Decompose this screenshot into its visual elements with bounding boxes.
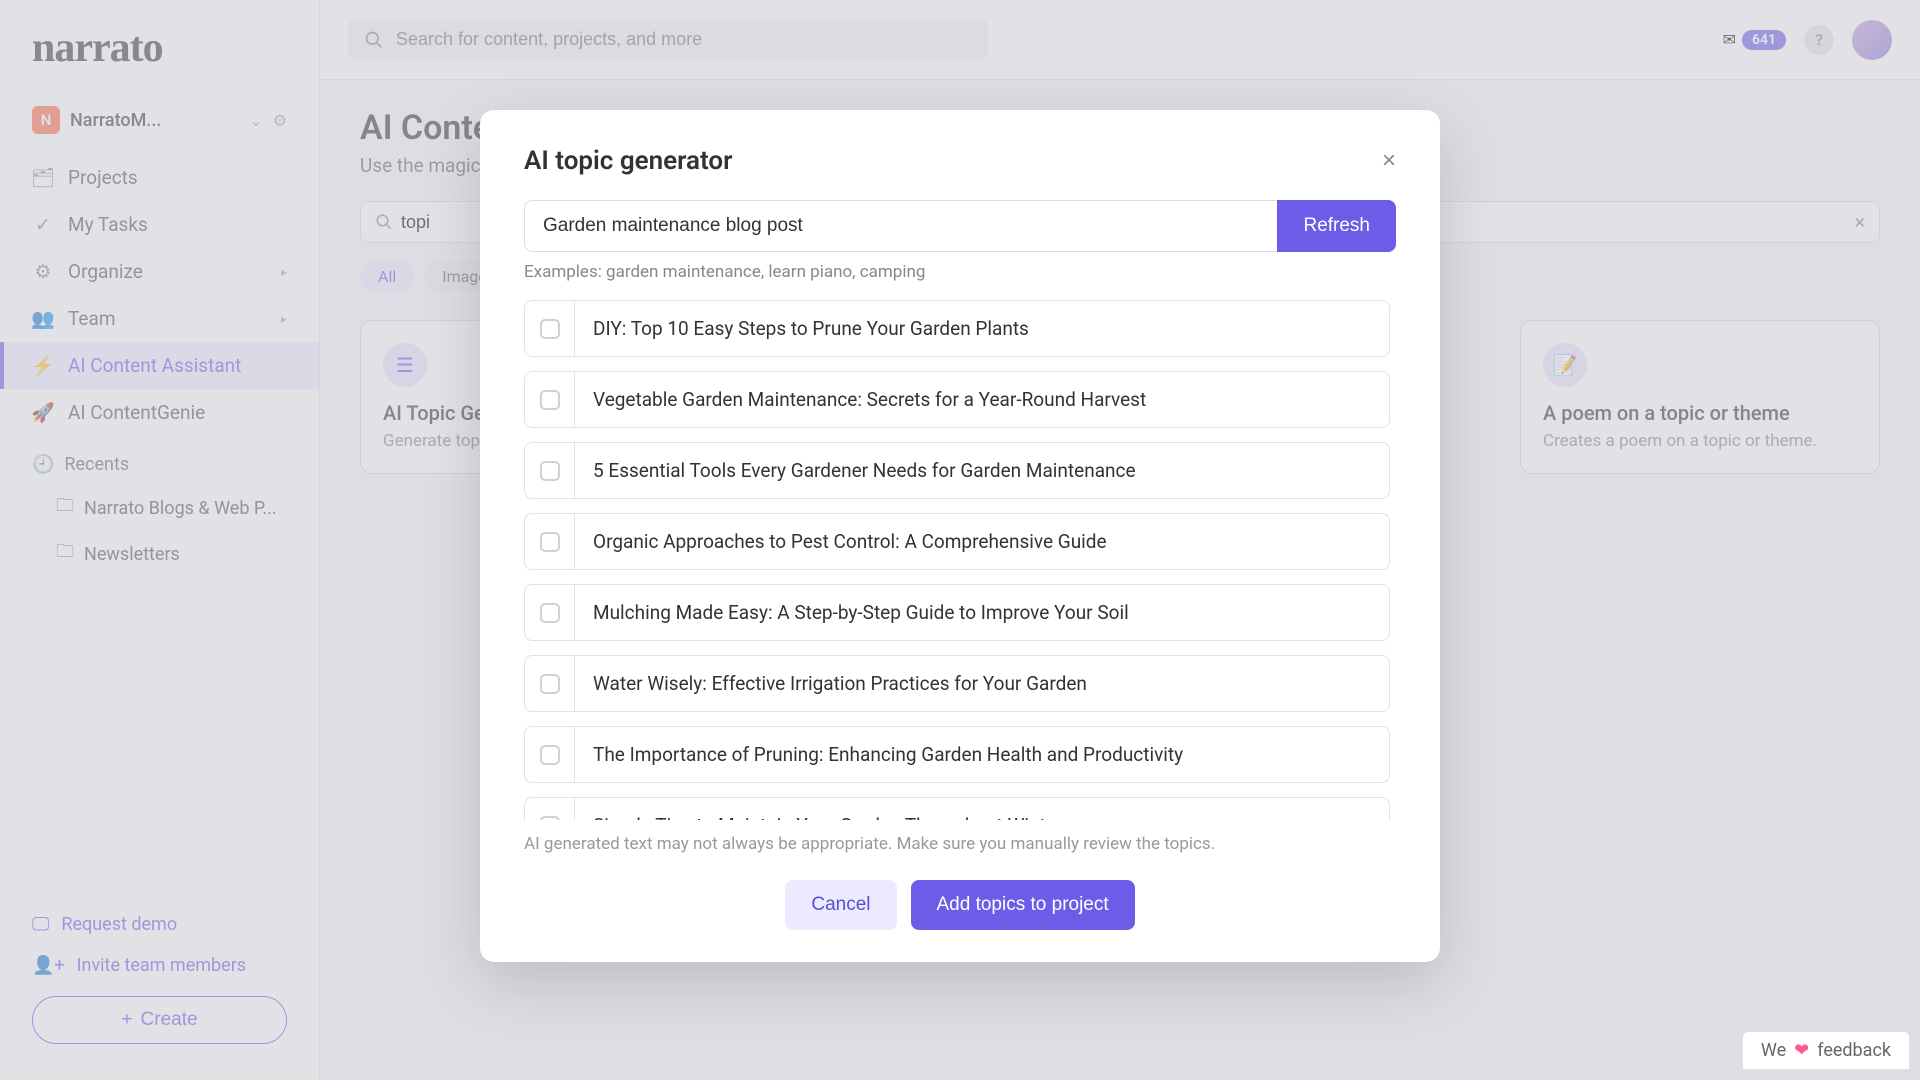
topic-checkbox[interactable] — [540, 532, 560, 552]
topic-checkbox-cell — [525, 727, 575, 782]
heart-icon: ❤ — [1794, 1040, 1809, 1061]
add-topics-button[interactable]: Add topics to project — [911, 880, 1135, 930]
cancel-button[interactable]: Cancel — [785, 880, 896, 930]
topic-prompt-input[interactable] — [524, 200, 1277, 252]
feedback-tab[interactable]: We ❤ feedback — [1742, 1031, 1910, 1070]
topic-checkbox-cell — [525, 514, 575, 569]
topic-checkbox[interactable] — [540, 390, 560, 410]
topic-row: The Importance of Pruning: Enhancing Gar… — [524, 726, 1390, 783]
topic-row: Mulching Made Easy: A Step-by-Step Guide… — [524, 584, 1390, 641]
topic-text[interactable]: Organic Approaches to Pest Control: A Co… — [575, 514, 1389, 569]
topic-text[interactable]: Mulching Made Easy: A Step-by-Step Guide… — [575, 585, 1389, 640]
topic-row: Water Wisely: Effective Irrigation Pract… — [524, 655, 1390, 712]
topic-text[interactable]: Simple Tips to Maintain Your Garden Thro… — [575, 798, 1389, 820]
topic-text[interactable]: DIY: Top 10 Easy Steps to Prune Your Gar… — [575, 301, 1389, 356]
topic-text[interactable]: Water Wisely: Effective Irrigation Pract… — [575, 656, 1389, 711]
topic-checkbox-cell — [525, 443, 575, 498]
close-button[interactable]: × — [1382, 147, 1396, 175]
topic-checkbox-cell — [525, 585, 575, 640]
topic-checkbox-cell — [525, 301, 575, 356]
topic-row: Organic Approaches to Pest Control: A Co… — [524, 513, 1390, 570]
topic-checkbox[interactable] — [540, 319, 560, 339]
topic-generator-modal: AI topic generator × Refresh Examples: g… — [480, 110, 1440, 962]
topics-list[interactable]: DIY: Top 10 Easy Steps to Prune Your Gar… — [524, 300, 1396, 820]
topic-checkbox[interactable] — [540, 674, 560, 694]
topic-checkbox[interactable] — [540, 461, 560, 481]
topic-checkbox[interactable] — [540, 603, 560, 623]
topic-checkbox-cell — [525, 372, 575, 427]
topic-text[interactable]: The Importance of Pruning: Enhancing Gar… — [575, 727, 1389, 782]
modal-title: AI topic generator — [524, 146, 732, 176]
disclaimer-text: AI generated text may not always be appr… — [524, 834, 1396, 854]
topic-text[interactable]: 5 Essential Tools Every Gardener Needs f… — [575, 443, 1389, 498]
topic-row: DIY: Top 10 Easy Steps to Prune Your Gar… — [524, 300, 1390, 357]
topic-row: 5 Essential Tools Every Gardener Needs f… — [524, 442, 1390, 499]
topic-checkbox[interactable] — [540, 745, 560, 765]
examples-hint: Examples: garden maintenance, learn pian… — [524, 262, 1396, 282]
close-icon: × — [1382, 147, 1396, 174]
topic-row: Simple Tips to Maintain Your Garden Thro… — [524, 797, 1390, 820]
topic-checkbox-cell — [525, 798, 575, 820]
topic-checkbox-cell — [525, 656, 575, 711]
topic-checkbox[interactable] — [540, 816, 560, 821]
topic-text[interactable]: Vegetable Garden Maintenance: Secrets fo… — [575, 372, 1389, 427]
topic-row: Vegetable Garden Maintenance: Secrets fo… — [524, 371, 1390, 428]
refresh-button[interactable]: Refresh — [1277, 200, 1396, 252]
